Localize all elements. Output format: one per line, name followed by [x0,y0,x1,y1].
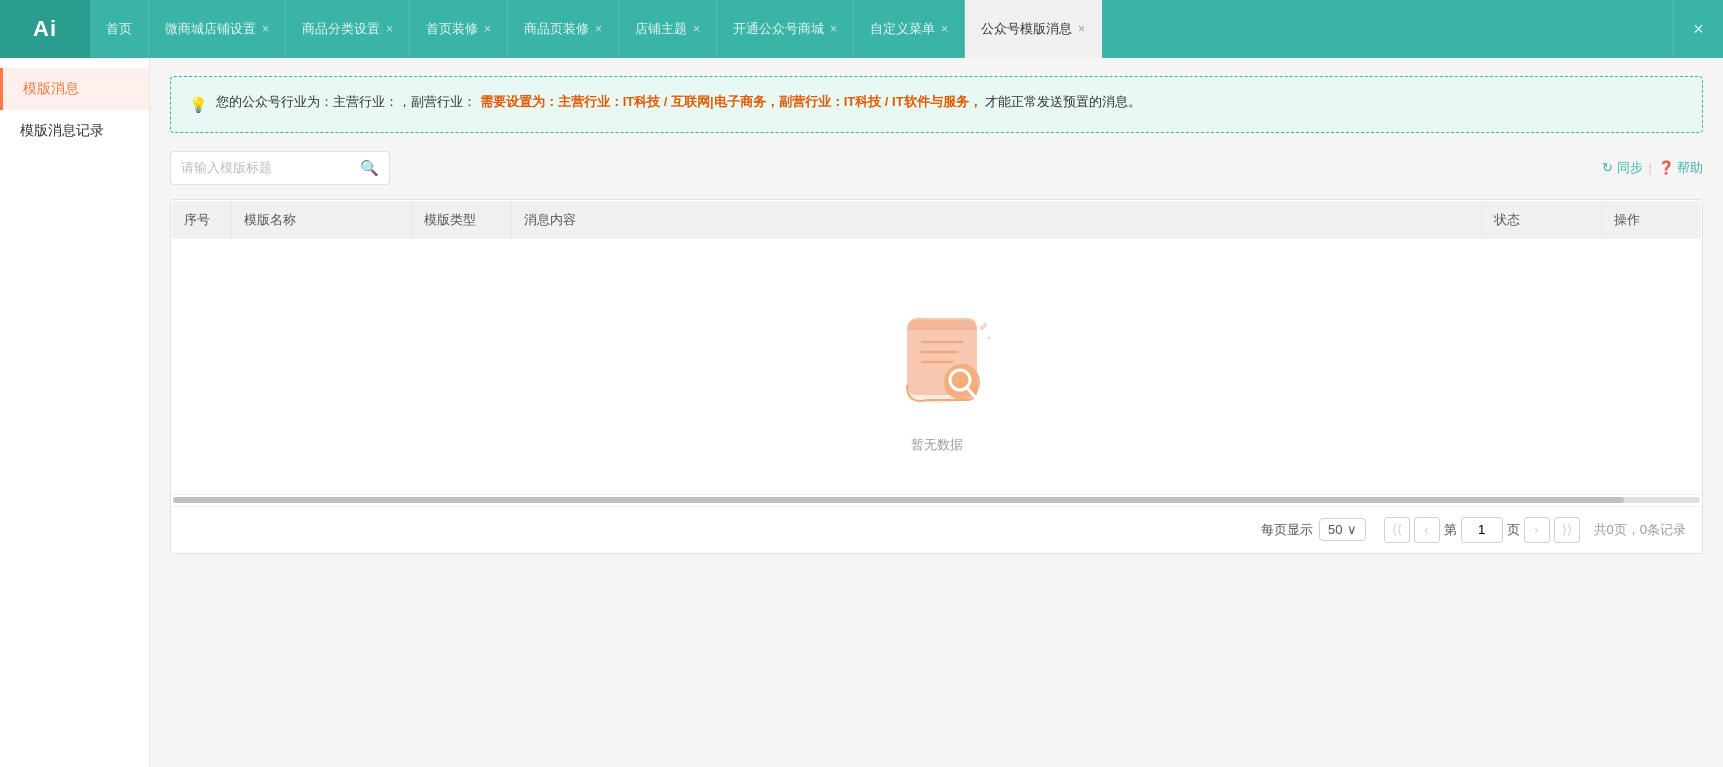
total-info: 共0页，0条记录 [1594,521,1686,539]
nav-tab-label: 自定义菜单 [870,20,935,38]
main-layout: 模版消息模版消息记录 💡 您的公众号行业为：主营行业：，副营行业： 需要设置为：… [0,58,1723,767]
empty-illustration [877,300,997,420]
page-number-input[interactable] [1461,517,1503,543]
nav-tab-close[interactable]: × [830,22,837,36]
nav-tab-label: 微商城店铺设置 [165,20,256,38]
next-page-button[interactable]: › [1524,517,1550,543]
nav-tab-label: 商品页装修 [524,20,589,38]
table-header-2: 模版类型 [412,200,512,239]
toolbar-right: ↻ 同步 | ❓ 帮助 [1602,159,1703,177]
nav-tab-template-msg[interactable]: 公众号模版消息 × [965,0,1102,58]
bulb-icon: 💡 [189,92,208,118]
notice-text: 您的公众号行业为：主营行业：，副营行业： 需要设置为：主营行业：IT科技 / 互… [216,91,1141,113]
nav-tab-close[interactable]: × [386,22,393,36]
per-page-select[interactable]: 50 ∨ [1319,518,1365,541]
empty-text: 暂无数据 [911,436,963,454]
page-input-section: 第 页 [1444,517,1520,543]
chevron-down-icon: ∨ [1347,522,1357,537]
nav-tab-open-mall[interactable]: 开通公众号商城 × [717,0,854,58]
sidebar-item-template-message[interactable]: 模版消息 [0,68,149,110]
nav-tab-home-decor[interactable]: 首页装修 × [410,0,508,58]
sync-icon: ↻ [1602,160,1613,175]
scrollbar-track [173,497,1700,503]
table-header-5: 操作 [1602,200,1702,239]
empty-state: 暂无数据 [171,240,1702,494]
toolbar-divider: | [1649,160,1652,175]
table-header-1: 模版名称 [232,200,412,239]
nav-tab-close[interactable]: × [262,22,269,36]
page-suffix: 页 [1507,521,1520,539]
nav-tab-label: 店铺主题 [635,20,687,38]
help-button[interactable]: ❓ 帮助 [1658,159,1703,177]
nav-tab-close[interactable]: × [484,22,491,36]
nav-tabs: 首页微商城店铺设置×商品分类设置×首页装修×商品页装修×店铺主题×开通公众号商城… [90,0,1673,58]
svg-point-8 [987,336,990,339]
nav-tab-home[interactable]: 首页 [90,0,149,58]
per-page-label: 每页显示 [1261,521,1313,539]
nav-tab-close[interactable]: × [595,22,602,36]
nav-tab-product-category[interactable]: 商品分类设置 × [286,0,410,58]
nav-tab-label: 公众号模版消息 [981,20,1072,38]
top-nav: Ai 首页微商城店铺设置×商品分类设置×首页装修×商品页装修×店铺主题×开通公众… [0,0,1723,58]
nav-tab-custom-menu[interactable]: 自定义菜单 × [854,0,965,58]
page-label: 第 [1444,521,1457,539]
prev-page-button[interactable]: ‹ [1414,517,1440,543]
data-table: 序号模版名称模版类型消息内容状态操作 [171,200,1702,240]
nav-tab-label: 商品分类设置 [302,20,380,38]
pagination-nav: ⟨⟨ ‹ 第 页 › ⟩⟩ 共0页，0条记录 [1384,517,1686,543]
table-header-4: 状态 [1482,200,1602,239]
table-container: 序号模版名称模版类型消息内容状态操作 [170,199,1703,554]
nav-tab-label: 开通公众号商城 [733,20,824,38]
per-page-section: 每页显示 50 ∨ [1261,518,1365,541]
sidebar-item-template-message-record[interactable]: 模版消息记录 [0,110,149,152]
table-header-0: 序号 [172,200,232,239]
table-header-3: 消息内容 [512,200,1482,239]
nav-tab-product-decor[interactable]: 商品页装修 × [508,0,619,58]
last-page-button[interactable]: ⟩⟩ [1554,517,1580,543]
search-bar: 🔍 ↻ 同步 | ❓ 帮助 [170,151,1703,185]
nav-tab-close[interactable]: × [693,22,700,36]
svg-point-7 [980,326,984,330]
pagination: 每页显示 50 ∨ ⟨⟨ ‹ 第 页 › ⟩⟩ [171,506,1702,553]
nav-tab-label: 首页装修 [426,20,478,38]
nav-tab-close[interactable]: × [1078,22,1085,36]
notice-highlight: 需要设置为：主营行业：IT科技 / 互联网|电子商务，副营行业：IT科技 / I… [480,94,982,109]
app-logo: Ai [0,0,90,58]
search-icon[interactable]: 🔍 [360,159,379,177]
global-close-button[interactable]: × [1673,0,1723,58]
first-page-button[interactable]: ⟨⟨ [1384,517,1410,543]
nav-tab-shop-setting[interactable]: 微商城店铺设置 × [149,0,286,58]
search-input[interactable] [181,160,356,175]
sidebar: 模版消息模版消息记录 [0,58,150,767]
sync-button[interactable]: ↻ 同步 [1602,159,1643,177]
scrollbar-thumb [173,497,1624,503]
content-area: 💡 您的公众号行业为：主营行业：，副营行业： 需要设置为：主营行业：IT科技 /… [150,58,1723,767]
nav-tab-close[interactable]: × [941,22,948,36]
help-icon: ❓ [1658,160,1674,175]
nav-tab-store-theme[interactable]: 店铺主题 × [619,0,717,58]
nav-tab-label: 首页 [106,20,132,38]
horizontal-scrollbar[interactable] [171,494,1702,506]
notice-box: 💡 您的公众号行业为：主营行业：，副营行业： 需要设置为：主营行业：IT科技 /… [170,76,1703,133]
search-input-wrap[interactable]: 🔍 [170,151,390,185]
